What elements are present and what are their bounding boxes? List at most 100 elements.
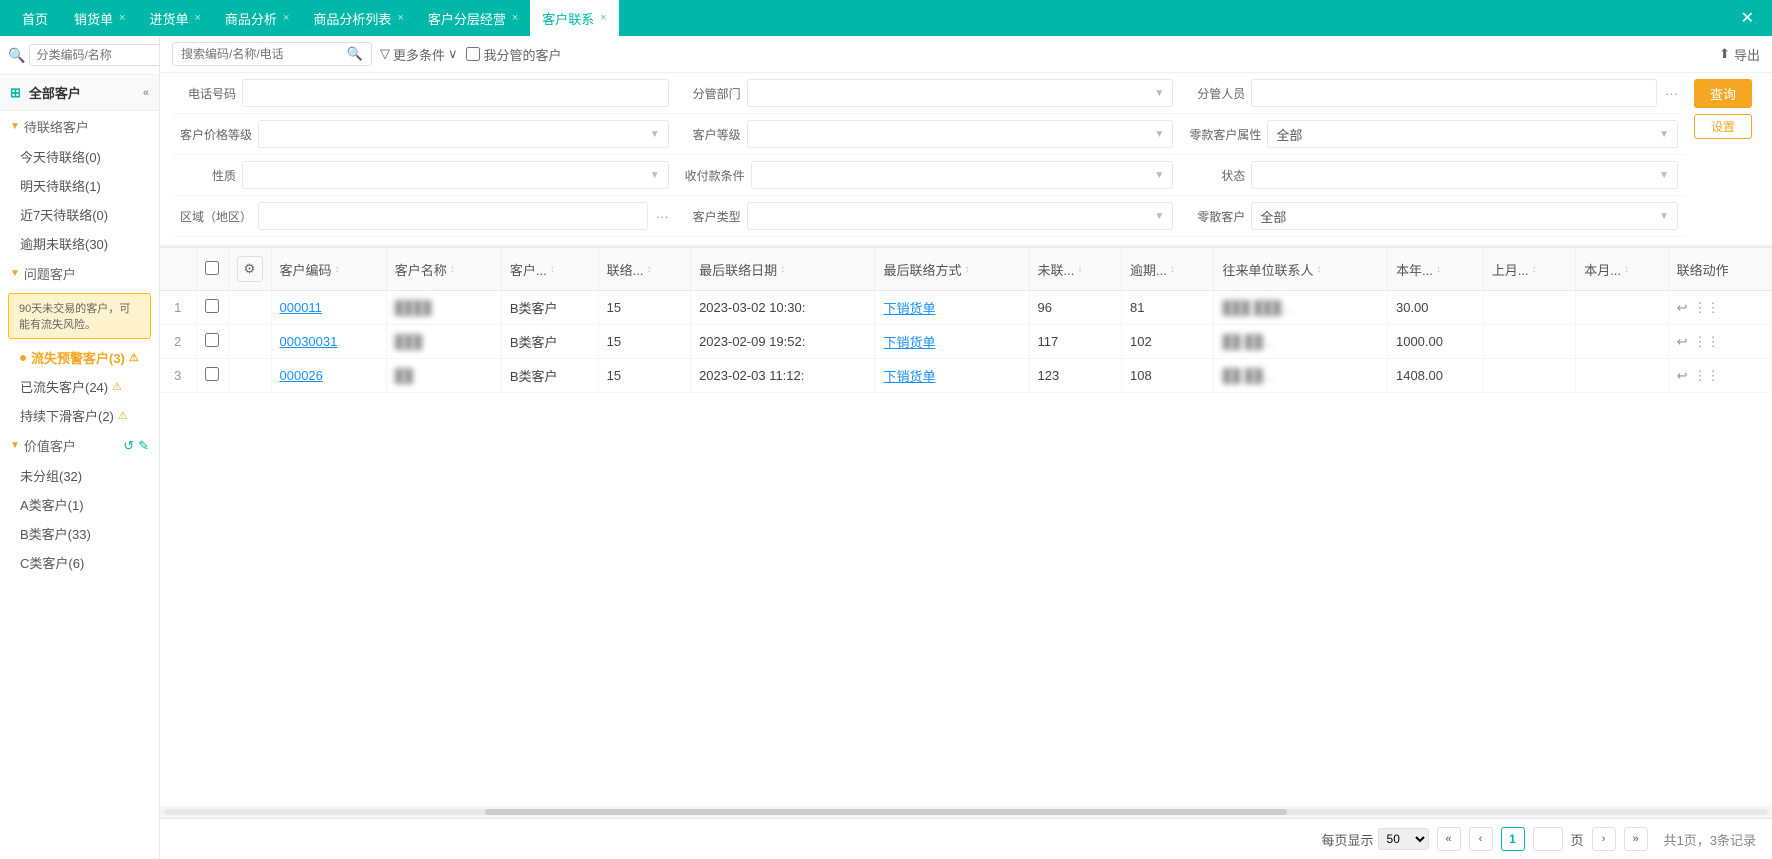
payment-select[interactable]: ▼: [751, 161, 1174, 189]
cell-contact-1: 15: [598, 291, 690, 325]
sidebar-item-ungrouped[interactable]: 未分组(32): [0, 461, 159, 490]
sidebar-item-churned[interactable]: 已流失客户(24) ⚠: [0, 372, 159, 401]
nav-tab-analysis[interactable]: 商品分析 ×: [213, 0, 301, 36]
status-select[interactable]: ▼: [1251, 161, 1678, 189]
sidebar-item-tomorrow[interactable]: 明天待联络(1): [0, 171, 159, 200]
export-button[interactable]: ⬆ 导出: [1719, 45, 1760, 64]
customer-type-select[interactable]: ▼: [747, 202, 1174, 230]
contact-action-icon-1[interactable]: ↩: [1677, 300, 1688, 316]
triangle-icon: ▼: [10, 121, 20, 132]
cell-code-2[interactable]: 00030031: [271, 325, 386, 359]
more-action-icon-3[interactable]: ⋮⋮: [1694, 368, 1720, 384]
cell-code-1[interactable]: 000011: [271, 291, 386, 325]
filter-price-level: 客户价格等级 ▼: [172, 114, 677, 155]
cell-gear-3: [228, 359, 271, 393]
main-search-input[interactable]: [181, 47, 343, 61]
nav-tab-sales[interactable]: 销货单 ×: [62, 0, 137, 36]
dept-select[interactable]: ▼: [747, 79, 1174, 107]
page-jump-input[interactable]: [1533, 827, 1563, 851]
valued-group[interactable]: ▼ 价值客户 ↺ ✎: [0, 430, 159, 461]
more-icon-person[interactable]: ···: [1665, 86, 1678, 101]
triangle-icon-3: ▼: [10, 440, 20, 451]
sidebar-item-7days[interactable]: 近7天待联络(0): [0, 200, 159, 229]
row-checkbox-2[interactable]: [205, 333, 219, 347]
next-page-btn[interactable]: ›: [1592, 827, 1616, 851]
nav-tab-customer-contact[interactable]: 客户联系 ×: [530, 0, 618, 36]
col-type[interactable]: 客户... ↕: [501, 248, 598, 291]
prev-page-btn[interactable]: ‹: [1469, 827, 1493, 851]
col-not-contact[interactable]: 未联... ↕: [1029, 248, 1121, 291]
col-this-year[interactable]: 本年... ↕: [1387, 248, 1483, 291]
row-checkbox-3[interactable]: [205, 367, 219, 381]
pending-contact-group[interactable]: ▼ 待联络客户: [0, 111, 159, 142]
contact-action-icon-2[interactable]: ↩: [1677, 334, 1688, 350]
col-contact[interactable]: 联络... ↕: [598, 248, 690, 291]
close-tab-sales[interactable]: ×: [119, 12, 125, 24]
cell-type-3: B类客户: [501, 359, 598, 393]
more-icon-region[interactable]: ···: [656, 209, 669, 224]
nav-tab-analysis-list[interactable]: 商品分析列表 ×: [301, 0, 415, 36]
column-settings-btn[interactable]: ⚙: [237, 256, 263, 282]
zero-customer-select[interactable]: 全部 ▼: [1251, 202, 1678, 230]
sidebar-search-input[interactable]: [29, 44, 160, 66]
nav-tab-customer-ops[interactable]: 客户分层经营 ×: [416, 0, 530, 36]
refresh-icon[interactable]: ↺: [123, 438, 134, 454]
horizontal-scrollbar[interactable]: [160, 806, 1772, 818]
level-select[interactable]: ▼: [747, 120, 1174, 148]
cell-last-way-3[interactable]: 下销货单: [875, 359, 1029, 393]
row-checkbox-1[interactable]: [205, 299, 219, 313]
cell-last-way-1[interactable]: 下销货单: [875, 291, 1029, 325]
nav-home[interactable]: 首页: [8, 0, 62, 36]
sidebar-item-churn-warning[interactable]: 流失预警客户(3) ⚠: [0, 343, 159, 372]
filter-person: 分管人员 ···: [1181, 73, 1686, 114]
col-this-month[interactable]: 本月... ↕: [1576, 248, 1668, 291]
sidebar-item-today[interactable]: 今天待联络(0): [0, 142, 159, 171]
sidebar-item-class-c[interactable]: C类客户(6): [0, 548, 159, 577]
cell-last-way-2[interactable]: 下销货单: [875, 325, 1029, 359]
person-select[interactable]: [1251, 79, 1657, 107]
more-action-icon-1[interactable]: ⋮⋮: [1694, 300, 1720, 316]
edit-icon[interactable]: ✎: [138, 438, 149, 454]
cell-code-3[interactable]: 000026: [271, 359, 386, 393]
col-name[interactable]: 客户名称 ↕: [386, 248, 501, 291]
col-overdue[interactable]: 逾期... ↕: [1121, 248, 1213, 291]
sidebar-item-overdue[interactable]: 逾期未联络(30): [0, 229, 159, 258]
at-risk-group[interactable]: ▼ 问题客户: [0, 258, 159, 289]
nature-select[interactable]: ▼: [242, 161, 669, 189]
col-unit-contact[interactable]: 往来单位联系人 ↕: [1214, 248, 1388, 291]
col-last-month[interactable]: 上月... ↕: [1483, 248, 1575, 291]
col-code[interactable]: 客户编码 ↕: [271, 248, 386, 291]
more-action-icon-2[interactable]: ⋮⋮: [1694, 334, 1720, 350]
first-page-btn[interactable]: «: [1437, 827, 1461, 851]
close-tab-analysis[interactable]: ×: [283, 12, 289, 24]
sidebar-item-declining[interactable]: 持续下滑客户(2) ⚠: [0, 401, 159, 430]
nav-tab-purchase[interactable]: 进货单 ×: [137, 0, 212, 36]
my-customers-checkbox[interactable]: [466, 47, 480, 61]
contact-action-icon-3[interactable]: ↩: [1677, 368, 1688, 384]
cell-this-month-1: [1576, 291, 1668, 325]
close-tab-customer-ops[interactable]: ×: [512, 12, 518, 24]
price-level-select[interactable]: ▼: [258, 120, 669, 148]
phone-input[interactable]: [242, 79, 669, 107]
window-close-button[interactable]: ✕: [1731, 8, 1764, 28]
per-page-select[interactable]: 50 100 200: [1378, 828, 1429, 850]
query-button[interactable]: 查询: [1694, 79, 1752, 108]
region-select[interactable]: [258, 202, 648, 230]
close-tab-analysis-list[interactable]: ×: [397, 12, 403, 24]
settings-button[interactable]: 设置: [1694, 114, 1752, 139]
cell-overdue-2: 102: [1121, 325, 1213, 359]
active-dot: [20, 355, 26, 361]
close-tab-purchase[interactable]: ×: [194, 12, 200, 24]
collapse-icon[interactable]: «: [143, 87, 149, 99]
all-customers-header[interactable]: ⊞ 全部客户 «: [0, 75, 159, 111]
sidebar-item-class-b[interactable]: B类客户(33): [0, 519, 159, 548]
last-page-btn[interactable]: »: [1624, 827, 1648, 851]
more-conditions-btn[interactable]: ▽ 更多条件 ∨: [380, 45, 458, 64]
sidebar-item-class-a[interactable]: A类客户(1): [0, 490, 159, 519]
col-last-way[interactable]: 最后联络方式 ↕: [875, 248, 1029, 291]
col-last-date[interactable]: 最后联络日期 ↕: [691, 248, 875, 291]
cell-not-contact-1: 96: [1029, 291, 1121, 325]
zero-attr-select[interactable]: 全部 ▼: [1267, 120, 1678, 148]
select-all-checkbox[interactable]: [205, 261, 219, 275]
close-tab-customer-contact[interactable]: ×: [600, 12, 606, 24]
